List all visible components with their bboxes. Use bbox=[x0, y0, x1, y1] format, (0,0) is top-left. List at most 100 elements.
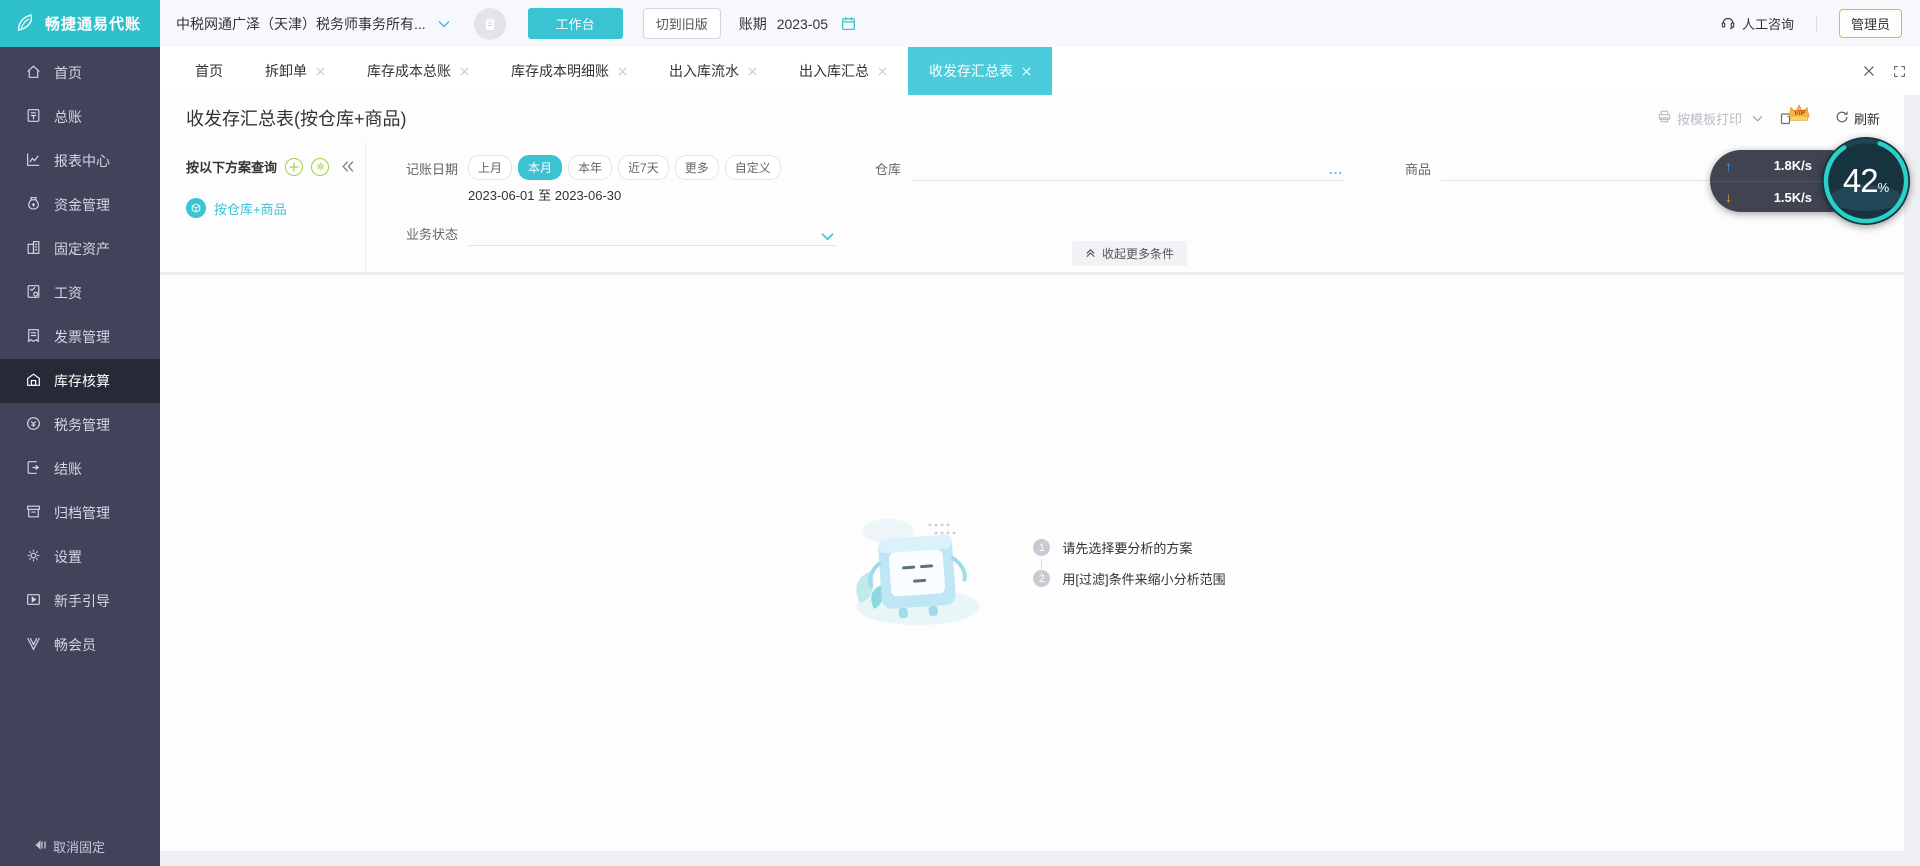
chip-last-7-days[interactable]: 近7天 bbox=[618, 155, 669, 180]
product-label: 商品 bbox=[1405, 155, 1441, 204]
support-button[interactable]: 人工咨询 bbox=[1720, 14, 1794, 33]
close-tab-icon[interactable] bbox=[1022, 67, 1031, 76]
invoice-icon bbox=[25, 327, 42, 347]
chip-last-month[interactable]: 上月 bbox=[468, 155, 512, 180]
sidebar-item-settings[interactable]: 设置 bbox=[0, 535, 160, 579]
empty-step-2: 2 用[过滤]条件来缩小分析范围 bbox=[1033, 569, 1225, 588]
add-plan-button[interactable] bbox=[285, 158, 303, 176]
warehouse-input[interactable]: ... bbox=[911, 155, 1345, 181]
fullscreen-icon[interactable] bbox=[1893, 65, 1906, 78]
unpin-sidebar-button[interactable]: 取消固定 bbox=[0, 837, 160, 856]
content-area: 收发存汇总表(按仓库+商品) 按模板打印 VIP bbox=[160, 95, 1920, 866]
guide-icon bbox=[25, 591, 42, 611]
close-tab-icon[interactable] bbox=[460, 67, 469, 76]
date-separator: 至 bbox=[538, 188, 551, 203]
sidebar-menu: 首页 总账 报表中心 资金管理 固定资产 工资 发票管理 库存核算 bbox=[0, 47, 160, 667]
tab-home[interactable]: 首页 bbox=[174, 47, 244, 95]
sidebar-item-inventory[interactable]: 库存核算 bbox=[0, 359, 160, 403]
company-chevron-down-icon[interactable] bbox=[438, 20, 450, 28]
plan-item-warehouse-product[interactable]: 按仓库+商品 bbox=[186, 198, 365, 218]
period-label: 账期 bbox=[739, 14, 767, 34]
close-all-tabs-icon[interactable] bbox=[1863, 65, 1875, 77]
plan-settings-gear-icon[interactable] bbox=[311, 158, 329, 176]
warehouse-filter-group: 仓库 ... bbox=[875, 155, 1345, 204]
print-by-template-button[interactable]: 按模板打印 bbox=[1657, 109, 1742, 128]
refresh-button[interactable]: 刷新 bbox=[1835, 109, 1880, 128]
date-end[interactable]: 2023-06-30 bbox=[555, 188, 622, 203]
cube-icon bbox=[186, 198, 206, 218]
date-filter-group: 记账日期 上月 本月 本年 近7天 更多 自定义 bbox=[406, 155, 861, 204]
results-empty-state: 1 请先选择要分析的方案 2 用[过滤]条件来缩小分析范围 bbox=[160, 275, 1904, 851]
topbar-divider bbox=[1816, 16, 1817, 32]
sidebar-item-funds[interactable]: 资金管理 bbox=[0, 183, 160, 227]
logo-text: 畅捷通易代账 bbox=[45, 13, 141, 34]
chip-more[interactable]: 更多 bbox=[675, 155, 719, 180]
date-range[interactable]: 2023-06-01 至 2023-06-30 bbox=[468, 185, 861, 204]
workbench-button[interactable]: 工作台 bbox=[528, 8, 623, 39]
close-tab-icon[interactable] bbox=[618, 67, 627, 76]
download-speed-value: 1.5K/s bbox=[1774, 190, 1812, 205]
page-title-row: 收发存汇总表(按仓库+商品) 按模板打印 VIP bbox=[160, 95, 1904, 141]
tab-tools bbox=[1863, 47, 1920, 95]
sidebar-item-guide[interactable]: 新手引导 bbox=[0, 579, 160, 623]
usage-percent: 42 % bbox=[1822, 137, 1910, 225]
chip-this-year[interactable]: 本年 bbox=[568, 155, 612, 180]
plan-panel-title: 按以下方案查询 bbox=[186, 157, 277, 176]
unpin-icon bbox=[34, 838, 48, 855]
close-tab-icon[interactable] bbox=[316, 67, 325, 76]
sidebar-item-tax[interactable]: 税务管理 bbox=[0, 403, 160, 447]
fixed-assets-icon bbox=[25, 239, 42, 259]
tab-inventory-cost-detail[interactable]: 库存成本明细账 bbox=[490, 47, 648, 95]
funds-icon bbox=[25, 195, 42, 215]
date-start[interactable]: 2023-06-01 bbox=[468, 188, 535, 203]
status-select[interactable] bbox=[468, 220, 836, 246]
sidebar-item-payroll[interactable]: 工资 bbox=[0, 271, 160, 315]
clipboard-icon-button[interactable] bbox=[474, 8, 506, 40]
network-monitor-widget[interactable]: ↑ 1.8K/s ↓ 1.5K/s 42 % bbox=[1672, 137, 1910, 227]
inventory-icon bbox=[25, 371, 42, 391]
tab-stock-flow[interactable]: 出入库流水 bbox=[648, 47, 778, 95]
sidebar-item-archive[interactable]: 归档管理 bbox=[0, 491, 160, 535]
sidebar-item-home[interactable]: 首页 bbox=[0, 51, 160, 95]
sidebar-item-invoice[interactable]: 发票管理 bbox=[0, 315, 160, 359]
usage-ring[interactable]: 42 % bbox=[1822, 137, 1910, 225]
empty-state-steps: 1 请先选择要分析的方案 2 用[过滤]条件来缩小分析范围 bbox=[1033, 538, 1225, 588]
chip-custom[interactable]: 自定义 bbox=[725, 155, 781, 180]
calendar-icon[interactable] bbox=[840, 15, 857, 32]
step-2-badge: 2 bbox=[1033, 570, 1050, 587]
warehouse-more-button[interactable]: ... bbox=[1329, 162, 1343, 177]
admin-button[interactable]: 管理员 bbox=[1839, 9, 1902, 38]
collapse-more-filters-button[interactable]: 收起更多条件 bbox=[1072, 241, 1187, 266]
sidebar-item-ledger[interactable]: 总账 bbox=[0, 95, 160, 139]
sidebar-item-member[interactable]: 畅会员 bbox=[0, 623, 160, 667]
upload-arrow-icon: ↑ bbox=[1725, 158, 1732, 174]
filter-section: 按以下方案查询 按仓库+商品 记账日期 bbox=[160, 141, 1904, 275]
robot-illustration bbox=[838, 491, 993, 636]
empty-step-1: 1 请先选择要分析的方案 bbox=[1033, 538, 1225, 557]
period-value[interactable]: 2023-05 bbox=[777, 16, 828, 32]
company-selector[interactable]: 中税网通广泽（天津）税务师事务所有... bbox=[176, 14, 426, 34]
chip-this-month[interactable]: 本月 bbox=[518, 155, 562, 180]
payroll-icon bbox=[25, 283, 42, 303]
archive-icon bbox=[25, 503, 42, 523]
home-icon bbox=[25, 63, 42, 83]
print-chevron-down-icon[interactable] bbox=[1752, 115, 1763, 122]
tab-stock-summary[interactable]: 出入库汇总 bbox=[778, 47, 908, 95]
download-arrow-icon: ↓ bbox=[1725, 189, 1732, 205]
collapse-plan-panel-icon[interactable] bbox=[341, 160, 355, 173]
tab-inout-summary-report[interactable]: 收发存汇总表 bbox=[908, 47, 1052, 95]
close-tab-icon[interactable] bbox=[878, 67, 887, 76]
sidebar-item-closing[interactable]: 结账 bbox=[0, 447, 160, 491]
close-tab-icon[interactable] bbox=[748, 67, 757, 76]
tab-inventory-cost-ledger[interactable]: 库存成本总账 bbox=[346, 47, 490, 95]
export-button[interactable]: VIP bbox=[1779, 105, 1809, 131]
switch-old-version-button[interactable]: 切到旧版 bbox=[643, 8, 721, 39]
tab-disassembly[interactable]: 拆卸单 bbox=[244, 47, 346, 95]
sidebar-item-fixed-assets[interactable]: 固定资产 bbox=[0, 227, 160, 271]
status-chevron-down-icon[interactable] bbox=[821, 232, 834, 241]
sidebar-item-reports[interactable]: 报表中心 bbox=[0, 139, 160, 183]
vip-crown-icon: VIP bbox=[1786, 102, 1812, 127]
closing-icon bbox=[25, 459, 42, 479]
ledger-icon bbox=[25, 107, 42, 127]
double-chevron-up-icon bbox=[1085, 247, 1096, 261]
